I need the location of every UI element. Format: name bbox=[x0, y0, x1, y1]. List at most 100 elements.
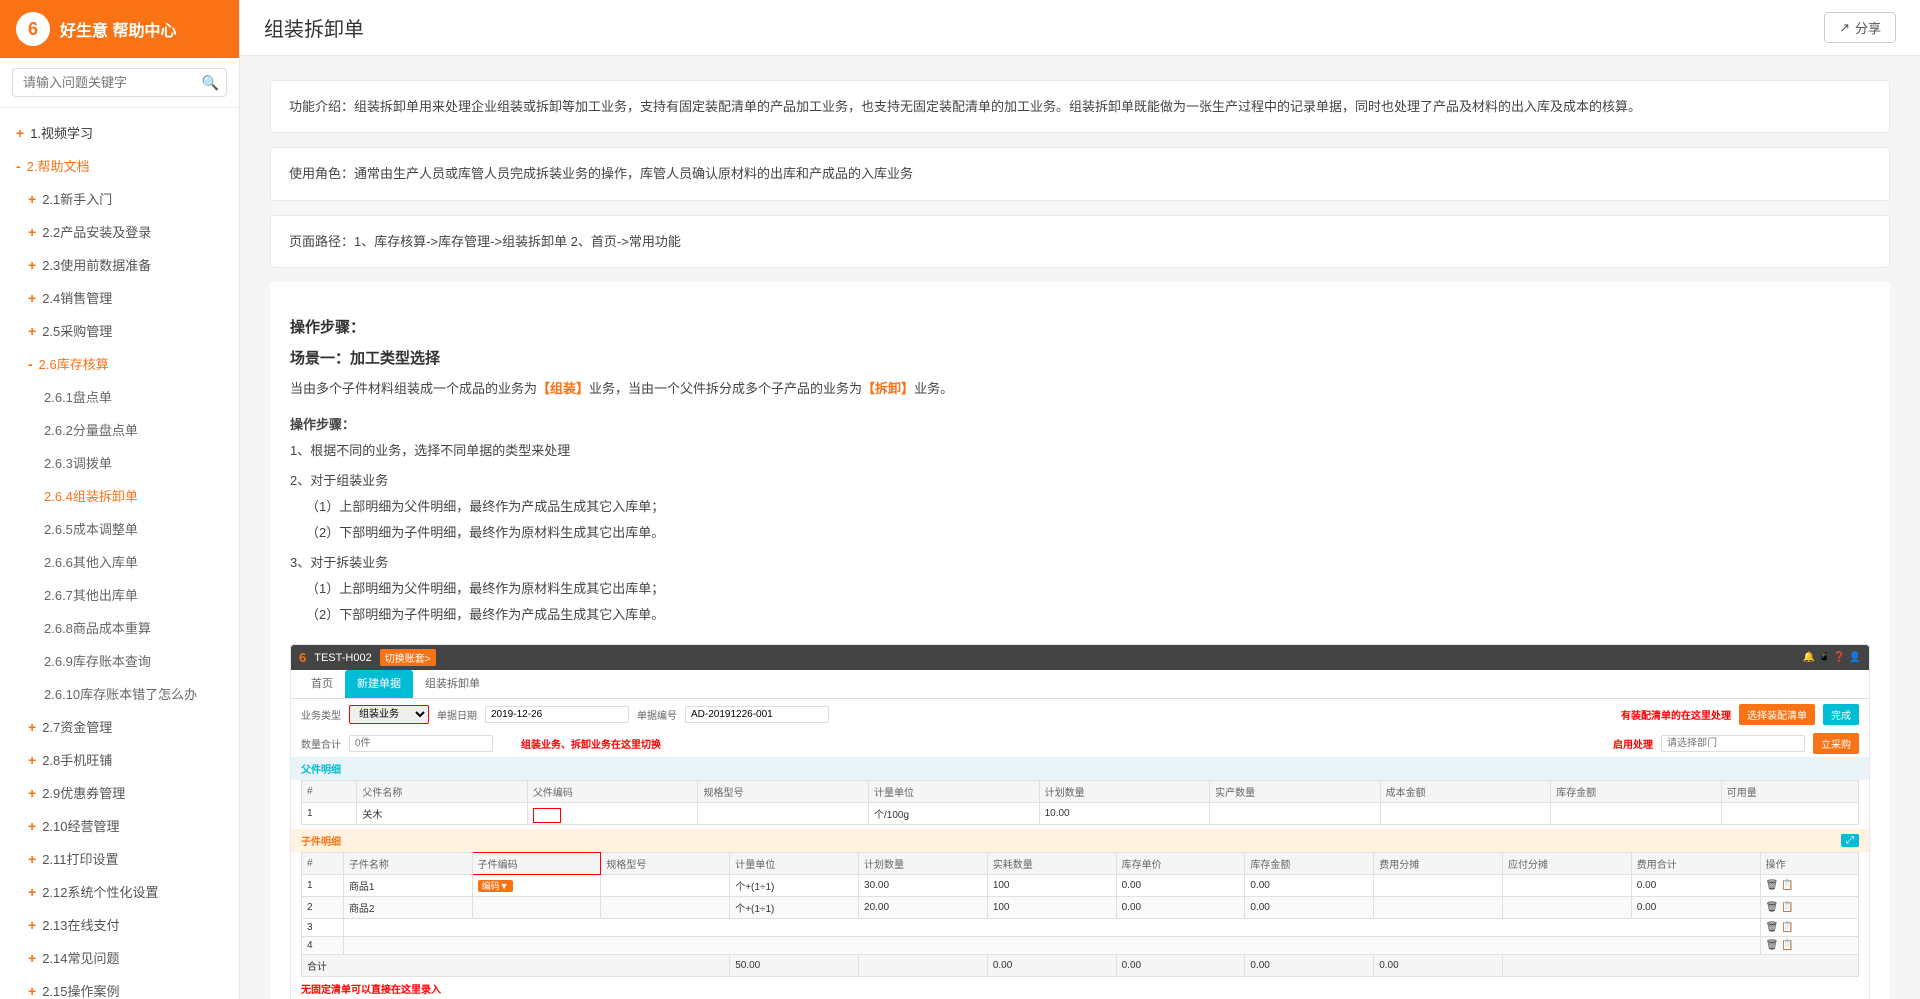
mock-cell: 关木 bbox=[357, 803, 528, 825]
sidebar-item-video[interactable]: + 1.视频学习 bbox=[0, 116, 239, 149]
mock-tab-home[interactable]: 首页 bbox=[299, 670, 345, 698]
sidebar-item-faq[interactable]: + 2.14常见问题 bbox=[0, 941, 239, 974]
mock-bcell bbox=[472, 897, 601, 919]
mock-type-select[interactable]: 组装业务 拆卸业务 bbox=[349, 705, 429, 724]
mock-bcell bbox=[601, 897, 730, 919]
mock-save-btn[interactable]: 完成 bbox=[1823, 704, 1859, 725]
plus-icon: + bbox=[28, 719, 36, 735]
search-input[interactable] bbox=[12, 68, 227, 97]
mock-logo: 6 bbox=[299, 650, 306, 665]
mock-bcell bbox=[343, 919, 1760, 937]
sidebar-item-coupon[interactable]: + 2.9优惠券管理 bbox=[0, 776, 239, 809]
mock-tab-new[interactable]: 新建单据 bbox=[345, 670, 413, 698]
content-area: 功能介绍：组装拆卸单用来处理企业组装或拆卸等加工业务，支持有固定装配清单的产品加… bbox=[240, 56, 1920, 999]
sidebar-header: 6 好生意 帮助中心 bbox=[0, 0, 239, 58]
sidebar: 6 好生意 帮助中心 🔍 + 1.视频学习 - 2.帮助文档 + 2.1新手入门… bbox=[0, 0, 240, 999]
mock-expand-icon[interactable]: ⤢ bbox=[1841, 834, 1859, 847]
sidebar-item-inv261[interactable]: 2.6.1盘点单 bbox=[0, 380, 239, 413]
mock-col-spec: 规格型号 bbox=[698, 781, 869, 803]
sidebar-item-system[interactable]: + 2.12系统个性化设置 bbox=[0, 875, 239, 908]
sidebar-item-mobile[interactable]: + 2.8手机旺铺 bbox=[0, 743, 239, 776]
step3: 3、对于拆装业务 bbox=[290, 550, 1870, 576]
table-row: 4 🗑 📋 bbox=[302, 937, 1859, 955]
mock-total-1 bbox=[859, 955, 988, 977]
plus-icon: + bbox=[16, 125, 24, 141]
mock-no-label: 单据编号 bbox=[637, 707, 677, 722]
mock-bcell: 1 bbox=[302, 875, 344, 897]
ann4-text: 无固定清单可以直接在这里录入 bbox=[301, 985, 441, 996]
mock-col-plan: 计划数量 bbox=[1039, 781, 1210, 803]
mock-ann3-text: 启用处理 bbox=[1613, 736, 1653, 751]
mock-bottom-table-wrap: # 子件名称 子件编码 规格型号 计量单位 计划数量 实耗数量 库存单价 库存金 bbox=[291, 852, 1869, 977]
plus-icon: + bbox=[28, 323, 36, 339]
sidebar-item-inv267[interactable]: 2.6.7其他出库单 bbox=[0, 578, 239, 611]
sidebar-item-newbie[interactable]: + 2.1新手入门 bbox=[0, 182, 239, 215]
mock-bcell: 100 bbox=[987, 897, 1116, 919]
sidebar-item-print[interactable]: + 2.11打印设置 bbox=[0, 842, 239, 875]
plus-icon: + bbox=[28, 818, 36, 834]
mock-add-bom-btn[interactable]: 选择装配清单 bbox=[1739, 704, 1815, 725]
sidebar-item-purchase[interactable]: + 2.5采购管理 bbox=[0, 314, 239, 347]
step2-2: （2）下部明细为子件明细，最终作为原材料生成其它出库单。 bbox=[306, 520, 1870, 546]
mock-bcell: 100 bbox=[987, 875, 1116, 897]
plus-icon: + bbox=[28, 785, 36, 801]
mock-col-avail: 可用量 bbox=[1721, 781, 1858, 803]
mock-bcell bbox=[1503, 897, 1632, 919]
plus-icon: + bbox=[28, 290, 36, 306]
mock-dept-input[interactable] bbox=[1661, 735, 1805, 752]
mock-bcell: 个+(1÷1) bbox=[730, 875, 859, 897]
step1: 1、根据不同的业务，选择不同单据的类型来处理 bbox=[290, 438, 1870, 464]
sidebar-item-inv2610[interactable]: 2.6.10库存账本错了怎么办 bbox=[0, 677, 239, 710]
mock-bcell: 商品1 bbox=[343, 875, 472, 897]
mock-nav-btn: 切换账套> bbox=[380, 649, 436, 666]
mock-date-input[interactable] bbox=[485, 706, 629, 723]
mock-total-6 bbox=[1503, 955, 1859, 977]
sidebar-item-ops[interactable]: + 2.10经营管理 bbox=[0, 809, 239, 842]
mock-total-label: 合计 bbox=[302, 955, 730, 977]
sidebar-item-inv266[interactable]: 2.6.6其他入库单 bbox=[0, 545, 239, 578]
plus-icon: + bbox=[28, 191, 36, 207]
sidebar-item-cases[interactable]: + 2.15操作案例 bbox=[0, 974, 239, 999]
mock-bcol: 子件名称 bbox=[343, 853, 472, 875]
mock-ann1-text: 有装配清单的在这里处理 bbox=[1621, 707, 1731, 722]
mock-total-3: 0.00 bbox=[1116, 955, 1245, 977]
plus-icon: + bbox=[28, 224, 36, 240]
mock-bcell: 3 bbox=[302, 919, 344, 937]
mock-no-input[interactable] bbox=[685, 706, 829, 723]
plus-icon: + bbox=[28, 257, 36, 273]
mock-bcell bbox=[601, 875, 730, 897]
sidebar-item-inventory[interactable]: - 2.6库存核算 bbox=[0, 347, 239, 380]
sidebar-item-inv268[interactable]: 2.6.8商品成本重算 bbox=[0, 611, 239, 644]
mock-tab-list[interactable]: 组装拆卸单 bbox=[413, 670, 492, 698]
sidebar-item-finance[interactable]: + 2.7资金管理 bbox=[0, 710, 239, 743]
mock-activate-btn[interactable]: 立采购 bbox=[1813, 733, 1859, 754]
share-button[interactable]: ↗ 分享 bbox=[1824, 12, 1896, 43]
sidebar-item-install[interactable]: + 2.2产品安装及登录 bbox=[0, 215, 239, 248]
mock-top-table: # 父件名称 父件编码 规格型号 计量单位 计划数量 实产数量 成本金额 库存金 bbox=[301, 780, 1859, 825]
sidebar-item-inv263[interactable]: 2.6.3调拨单 bbox=[0, 446, 239, 479]
mock-topbar-icons: 🔔 📱 ❓ 👤 bbox=[1803, 652, 1861, 663]
plus-icon: + bbox=[28, 917, 36, 933]
mock-col-cost: 成本金额 bbox=[1380, 781, 1551, 803]
mock-bcol: 应付分摊 bbox=[1503, 853, 1632, 875]
mock-bcell: 0.00 bbox=[1245, 875, 1374, 897]
step2-1: （1）上部明细为父件明细，最终作为产成品生成其它入库单； bbox=[306, 494, 1870, 520]
mock-bcell: 4 bbox=[302, 937, 344, 955]
sidebar-item-sales[interactable]: + 2.4销售管理 bbox=[0, 281, 239, 314]
mock-bcell: 0.00 bbox=[1631, 875, 1760, 897]
sidebar-item-inv269[interactable]: 2.6.9库存账本查询 bbox=[0, 644, 239, 677]
sidebar-item-inv264[interactable]: 2.6.4组装拆卸单 bbox=[0, 479, 239, 512]
mock-qty-total[interactable] bbox=[349, 735, 493, 752]
mock-ann2-text: 组装业务、拆卸业务在这里切换 bbox=[521, 736, 661, 751]
mock-date-label: 单据日期 bbox=[437, 707, 477, 722]
sidebar-item-docs[interactable]: - 2.帮助文档 bbox=[0, 149, 239, 182]
sidebar-item-online[interactable]: + 2.13在线支付 bbox=[0, 908, 239, 941]
ops-title: 操作步骤： bbox=[290, 316, 1870, 337]
sidebar-item-inv265[interactable]: 2.6.5成本调整单 bbox=[0, 512, 239, 545]
mock-total-5: 0.00 bbox=[1374, 955, 1503, 977]
sidebar-item-inv262[interactable]: 2.6.2分量盘点单 bbox=[0, 413, 239, 446]
mock-cell: 个/100g bbox=[869, 803, 1040, 825]
sidebar-item-data[interactable]: + 2.3使用前数据准备 bbox=[0, 248, 239, 281]
search-icon[interactable]: 🔍 bbox=[202, 74, 219, 91]
mock-bcell: 0.00 bbox=[1116, 897, 1245, 919]
